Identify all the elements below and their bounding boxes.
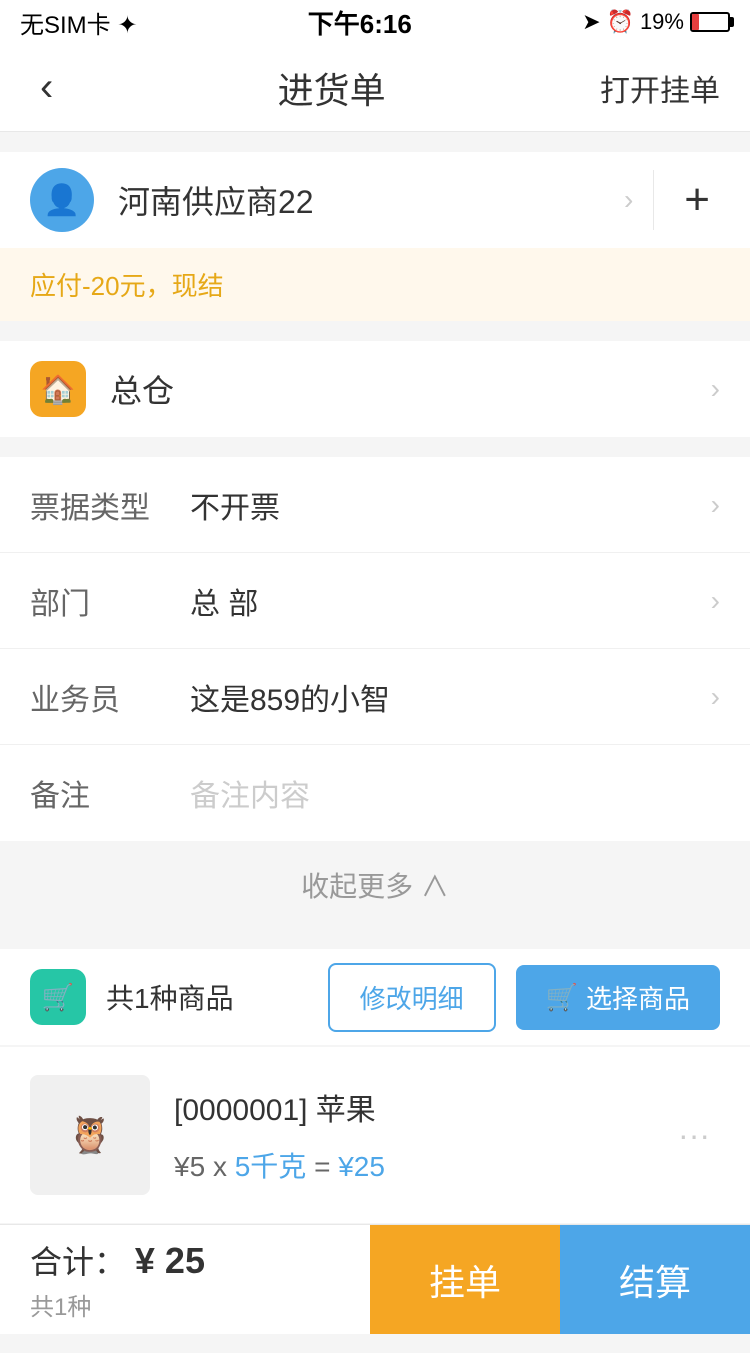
divider <box>653 170 654 230</box>
edit-detail-button[interactable]: 修改明细 <box>328 963 496 1032</box>
products-count: 共1种商品 <box>106 977 308 1017</box>
add-supplier-button[interactable]: + <box>674 175 720 225</box>
battery-icon <box>690 12 730 32</box>
product-thumbnail: 🦉 <box>30 1075 150 1195</box>
home-icon: 🏠 <box>41 373 76 406</box>
product-unit-price: ¥5 <box>174 1151 205 1182</box>
salesman-label: 业务员 <box>30 675 170 719</box>
remark-label: 备注 <box>30 771 170 815</box>
department-row[interactable]: 部门 总 部 › <box>0 553 750 649</box>
supplier-chevron-icon: › <box>624 184 633 216</box>
person-icon: 👤 <box>43 183 80 218</box>
product-equals: = <box>314 1151 338 1182</box>
battery-text: 19% <box>640 9 684 35</box>
collapse-button[interactable]: 收起更多 ∧ <box>0 841 750 929</box>
status-bar: 无SIM卡 ✦ 下午6:16 ➤ ⏰ 19% <box>0 0 750 44</box>
department-value: 总 部 <box>190 579 701 623</box>
status-right: ➤ ⏰ 19% <box>582 9 730 35</box>
product-total: ¥25 <box>338 1151 385 1182</box>
department-label: 部门 <box>30 579 170 623</box>
bottom-bar: 合计： ¥ 25 共1种 挂单 结算 <box>0 1224 750 1334</box>
warehouse-section[interactable]: 🏠 总仓 › <box>0 341 750 437</box>
total-amount: ¥ 25 <box>135 1240 205 1281</box>
total-section: 合计： ¥ 25 共1种 <box>0 1225 370 1334</box>
notice-bar: 应付-20元，现结 <box>0 248 750 321</box>
warehouse-name: 总仓 <box>110 366 711 412</box>
product-times: x <box>213 1151 235 1182</box>
invoice-label: 票据类型 <box>30 483 170 527</box>
supplier-name: 河南供应商22 <box>118 177 624 223</box>
status-time: 下午6:16 <box>308 4 412 41</box>
open-pending-button[interactable]: 打开挂单 <box>600 66 720 110</box>
products-icon: 🛒 <box>30 969 86 1025</box>
product-price: ¥5 x 5千克 = ¥25 <box>174 1145 644 1185</box>
total-main: 合计： ¥ 25 <box>30 1237 340 1283</box>
select-products-icon: 🛒 <box>546 982 578 1013</box>
invoice-chevron-icon: › <box>711 489 720 521</box>
page-title: 进货单 <box>278 62 386 114</box>
product-menu-button[interactable]: ··· <box>668 1107 720 1164</box>
status-carrier: 无SIM卡 ✦ <box>20 5 137 40</box>
product-name: [0000001] 苹果 <box>174 1085 644 1129</box>
invoice-type-row[interactable]: 票据类型 不开票 › <box>0 457 750 553</box>
invoice-value: 不开票 <box>190 483 701 527</box>
salesman-value: 这是859的小智 <box>190 675 701 719</box>
salesman-chevron-icon: › <box>711 681 720 713</box>
back-button[interactable]: ‹ <box>30 55 63 120</box>
supplier-section[interactable]: 👤 河南供应商22 › + <box>0 152 750 248</box>
select-products-label: 选择商品 <box>586 979 690 1016</box>
supplier-avatar: 👤 <box>30 168 94 232</box>
remark-row[interactable]: 备注 备注内容 <box>0 745 750 841</box>
form-section: 票据类型 不开票 › 部门 总 部 › 业务员 这是859的小智 › 备注 备注… <box>0 457 750 841</box>
total-label: 合计： <box>30 1244 126 1280</box>
carrier-text: 无SIM卡 ✦ <box>20 5 137 40</box>
remark-placeholder: 备注内容 <box>190 771 720 815</box>
product-info: [0000001] 苹果 ¥5 x 5千克 = ¥25 <box>174 1085 644 1185</box>
select-products-button[interactable]: 🛒 选择商品 <box>516 965 720 1030</box>
salesman-row[interactable]: 业务员 这是859的小智 › <box>0 649 750 745</box>
warehouse-chevron-icon: › <box>711 373 720 405</box>
product-qty: 5千克 <box>235 1151 307 1182</box>
department-chevron-icon: › <box>711 585 720 617</box>
location-icon: ➤ <box>582 9 600 35</box>
separator-1 <box>0 132 750 152</box>
nav-bar: ‹ 进货单 打开挂单 <box>0 44 750 132</box>
total-sub: 共1种 <box>30 1287 340 1322</box>
cart-icon: 🛒 <box>42 982 74 1013</box>
alarm-icon: ⏰ <box>607 9 634 35</box>
warehouse-icon: 🏠 <box>30 361 86 417</box>
checkout-button[interactable]: 结算 <box>560 1225 750 1334</box>
products-header: 🛒 共1种商品 修改明细 🛒 选择商品 <box>0 949 750 1045</box>
pending-button[interactable]: 挂单 <box>370 1225 560 1334</box>
owl-icon: 🦉 <box>68 1117 113 1153</box>
product-item: 🦉 [0000001] 苹果 ¥5 x 5千克 = ¥25 ··· <box>0 1047 750 1223</box>
